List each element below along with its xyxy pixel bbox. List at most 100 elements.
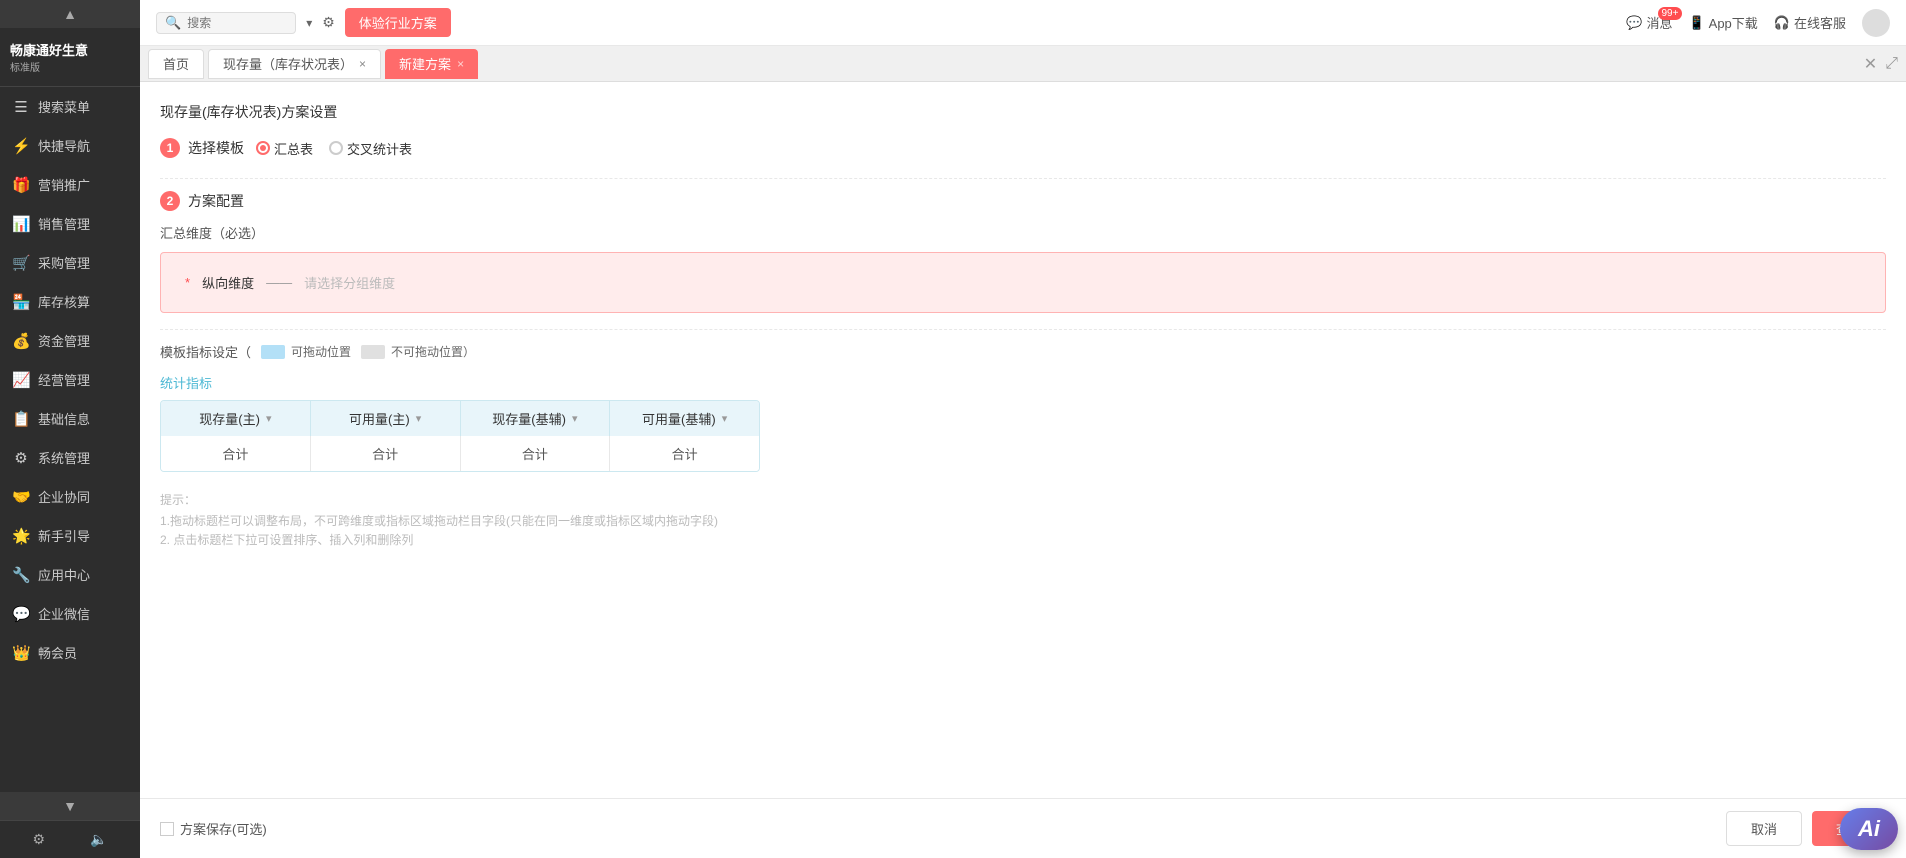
tab-new-plan[interactable]: 新建方案 × [385,49,478,79]
col-header-2[interactable]: 可用量(主) ▾ [311,401,461,436]
sidebar-item-label: 快捷导航 [38,136,90,155]
col-header-2-chevron: ▾ [416,412,422,425]
app-title: 畅康通好生意 [10,40,130,59]
app-download-item[interactable]: 📱 App下载 [1688,13,1757,32]
radio-summary-circle [256,141,270,155]
dimension-placeholder: 请选择分组维度 [304,273,395,292]
tab-inventory-close[interactable]: × [359,57,366,71]
save-checkbox[interactable] [160,822,174,836]
sidebar-item-management[interactable]: 📈 经营管理 [0,360,140,399]
sidebar-scroll-up[interactable]: ▲ [0,0,140,28]
basic-info-icon: 📋 [12,410,30,428]
avatar [1862,9,1890,37]
finance-icon: 💰 [12,332,30,350]
sidebar-item-finance[interactable]: 💰 资金管理 [0,321,140,360]
col-header-3[interactable]: 现存量(基辅) ▾ [461,401,611,436]
content-area: 现存量(库存状况表)方案设置 1 选择模板 汇总表 [140,82,1906,858]
industry-btn[interactable]: 体验行业方案 [345,8,451,37]
sidebar-item-label: 基础信息 [38,409,90,428]
save-option[interactable]: 方案保存(可选) [160,819,267,838]
step2-section: 2 方案配置 汇总维度（必选） * 纵向维度 —— 请选择分组维度 [160,191,1886,548]
sidebar-item-basic-info[interactable]: 📋 基础信息 [0,399,140,438]
radio-cross-label: 交叉统计表 [347,139,412,158]
radio-summary-label: 汇总表 [274,139,313,158]
col-header-4-label: 可用量(基辅) [642,409,716,428]
tips-item-2: 2. 点击标题栏下拉可设置排序、插入列和删除列 [160,531,1886,548]
message-icon: 💬 [1626,15,1642,31]
content-inner: 现存量(库存状况表)方案设置 1 选择模板 汇总表 [140,82,1906,858]
step1-header: 1 选择模板 汇总表 交叉统计表 [160,138,1886,158]
sidebar-logo: 畅康通好生意 标准版 [0,28,140,87]
col-header-4[interactable]: 可用量(基辅) ▾ [610,401,759,436]
sidebar-item-label: 搜索菜单 [38,97,90,116]
sales-icon: 📊 [12,215,30,233]
tab-home[interactable]: 首页 [148,49,204,79]
topbar-dropdown[interactable]: ▾ [306,16,312,30]
window-expand-icon[interactable]: ⤢ [1885,55,1898,73]
member-icon: 👑 [12,644,30,662]
sidebar-item-appcenter[interactable]: 🔧 应用中心 [0,555,140,594]
divider1 [160,178,1886,179]
sidebar-item-cooperation[interactable]: 🤝 企业协同 [0,477,140,516]
draggable-legend-label: 可拖动位置 [291,343,351,360]
online-service-item[interactable]: 🎧 在线客服 [1774,13,1846,32]
message-item[interactable]: 💬 消息 99+ [1626,13,1672,32]
sidebar-footer: ⚙ 🔈 [0,820,140,858]
content-scroll: 现存量(库存状况表)方案设置 1 选择模板 汇总表 [140,82,1906,858]
indicator-settings: 模板指标设定（ 可拖动位置 不可拖动位置） [160,342,1886,361]
radio-cross[interactable]: 交叉统计表 [329,139,412,158]
topbar-right: 💬 消息 99+ 📱 App下载 🎧 在线客服 [1626,9,1890,37]
sidebar-item-newguide[interactable]: 🌟 新手引导 [0,516,140,555]
page-title: 现存量(库存状况表)方案设置 [160,102,1886,122]
ai-bubble[interactable]: Ai [1840,808,1898,850]
tips-item-1: 1.拖动标题栏可以调整布局，不可跨维度或指标区域拖动栏目字段(只能在同一维度或指… [160,512,1886,529]
topbar-settings-icon[interactable]: ⚙ [322,14,335,31]
step1-num: 1 [160,138,180,158]
non-draggable-legend: 不可拖动位置） [361,343,475,360]
dimension-name: 纵向维度 [202,273,254,292]
stats-table-header: 现存量(主) ▾ 可用量(主) ▾ 现存量(基辅) ▾ [161,401,759,436]
radio-cross-circle [329,141,343,155]
dimension-required: * [185,275,190,290]
avatar-item[interactable] [1862,9,1890,37]
col-body-4: 合计 [610,436,759,471]
save-label: 方案保存(可选) [180,819,267,838]
app-download-icon: 📱 [1688,15,1704,31]
marketing-icon: 🎁 [12,176,30,194]
window-close-icon[interactable]: ✕ [1864,54,1877,74]
sidebar: ▲ 畅康通好生意 标准版 ☰ 搜索菜单 ⚡ 快捷导航 🎁 营销推广 📊 销售管理… [0,0,140,858]
col-body-1: 合计 [161,436,311,471]
audio-footer-icon[interactable]: 🔈 [90,831,107,848]
search-input[interactable] [187,16,287,30]
sidebar-item-purchase[interactable]: 🛒 采购管理 [0,243,140,282]
step2-num: 2 [160,191,180,211]
sidebar-item-system[interactable]: ⚙ 系统管理 [0,438,140,477]
non-draggable-block [361,345,385,359]
stats-title: 统计指标 [160,373,1886,392]
cancel-button[interactable]: 取消 [1726,811,1802,846]
sidebar-item-label: 企业微信 [38,604,90,623]
sidebar-item-member[interactable]: 👑 畅会员 [0,633,140,672]
sidebar-item-sales[interactable]: 📊 销售管理 [0,204,140,243]
sidebar-item-marketing[interactable]: 🎁 营销推广 [0,165,140,204]
management-icon: 📈 [12,371,30,389]
topbar-search[interactable]: 🔍 [156,12,296,34]
col-body-3: 合计 [461,436,611,471]
col-body-2: 合计 [311,436,461,471]
radio-summary[interactable]: 汇总表 [256,139,313,158]
indicator-settings-row: 模板指标设定（ 可拖动位置 不可拖动位置） [160,342,1886,361]
tab-new-plan-close[interactable]: × [457,57,464,71]
tab-inventory[interactable]: 现存量（库存状况表） × [208,49,381,79]
sidebar-item-weixin[interactable]: 💬 企业微信 [0,594,140,633]
sidebar-item-search[interactable]: ☰ 搜索菜单 [0,87,140,126]
col-header-1[interactable]: 现存量(主) ▾ [161,401,311,436]
dimension-sep: —— [266,275,292,290]
sidebar-item-quicknav[interactable]: ⚡ 快捷导航 [0,126,140,165]
sidebar-scroll-down[interactable]: ▼ [0,792,140,820]
sidebar-item-label: 畅会员 [38,643,77,662]
step1-title: 选择模板 [188,138,244,158]
sidebar-item-inventory[interactable]: 🏪 库存核算 [0,282,140,321]
sidebar-item-label: 资金管理 [38,331,90,350]
agg-dimension-label: 汇总维度（必选） [160,223,1886,242]
settings-footer-icon[interactable]: ⚙ [33,831,46,848]
